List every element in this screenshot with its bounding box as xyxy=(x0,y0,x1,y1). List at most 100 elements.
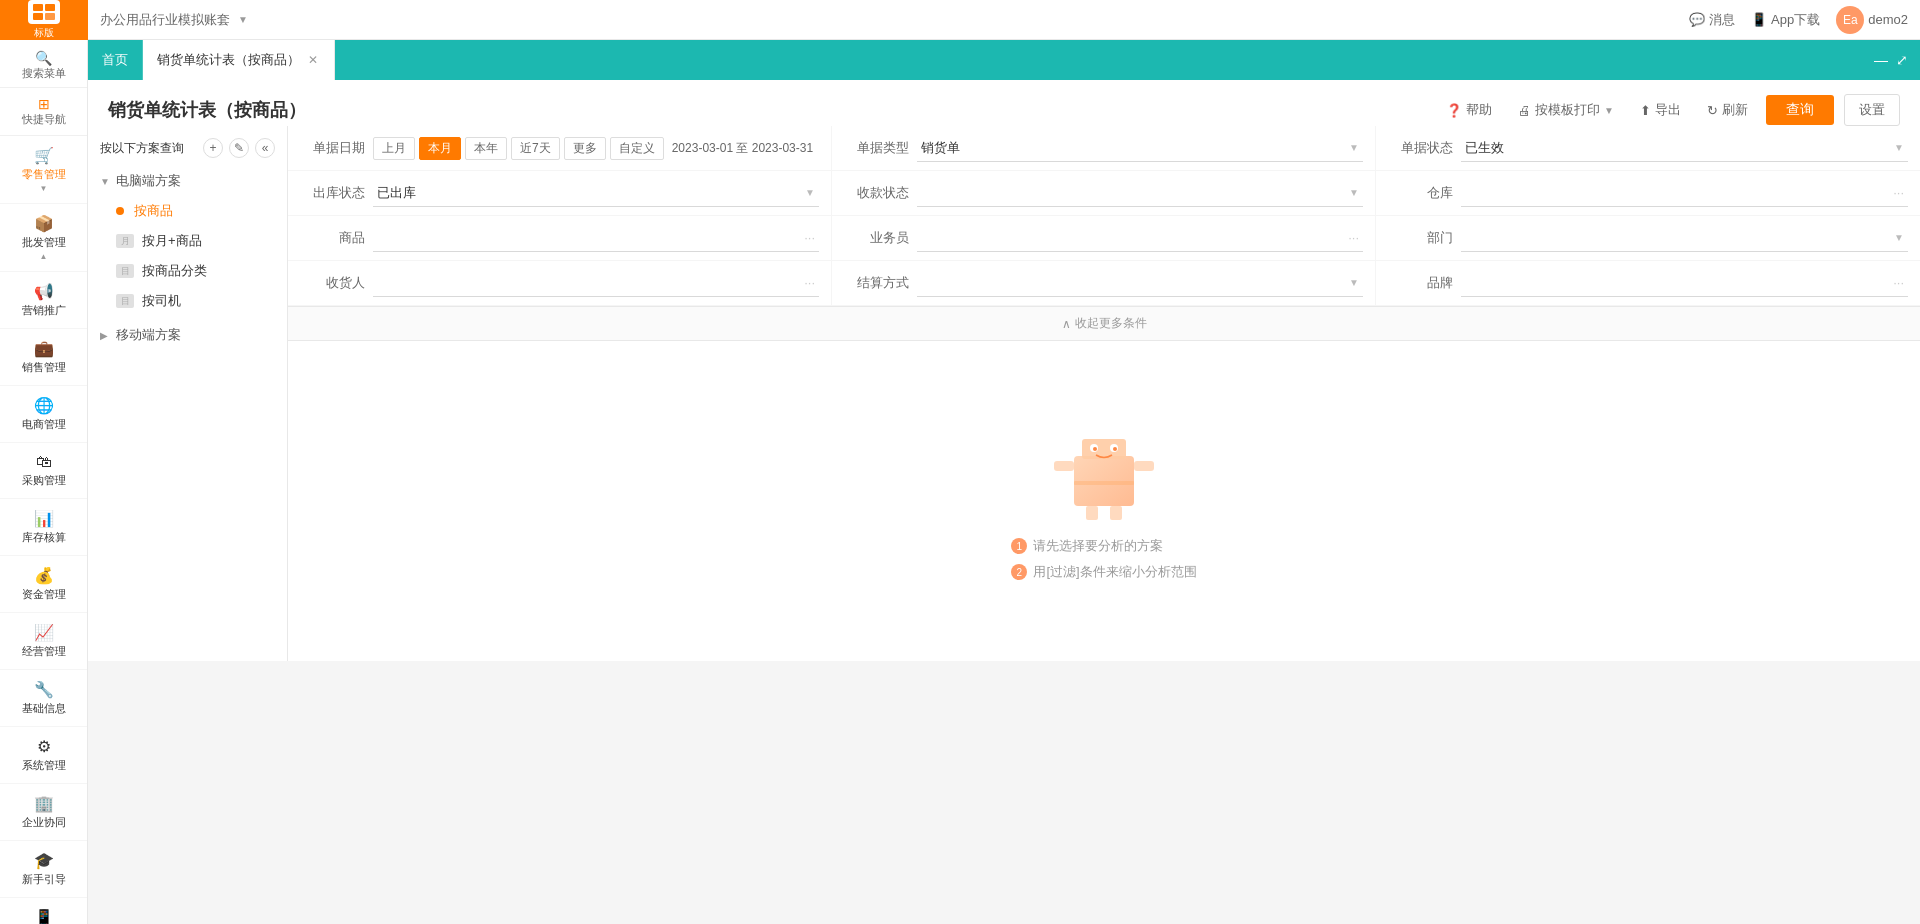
sidebar-item-inventory[interactable]: 📊 库存核算 xyxy=(0,499,87,556)
user-profile[interactable]: Ea demo2 xyxy=(1836,6,1908,34)
sidebar-item-enterprise[interactable]: 🏢 企业协同 xyxy=(0,784,87,841)
collectstatus-select[interactable]: ▼ xyxy=(917,179,1363,207)
sidebar-item-system[interactable]: ⚙ 系统管理 xyxy=(0,727,87,784)
settlement-select[interactable]: ▼ xyxy=(917,269,1363,297)
docstatus-label: 单据状态 xyxy=(1388,139,1453,157)
sidebar-item-ecommerce[interactable]: 🌐 电商管理 xyxy=(0,386,87,443)
print-arrow-icon: ▼ xyxy=(1604,105,1614,116)
username: demo2 xyxy=(1868,12,1908,27)
tree-group-mobile[interactable]: ▶ 移动端方案 xyxy=(88,320,287,350)
salesman-label: 业务员 xyxy=(844,229,909,247)
brand-input[interactable]: ··· xyxy=(1461,269,1908,297)
tree-item-by-goods-label: 按商品 xyxy=(134,202,173,220)
tree-item-category-label: 按商品分类 xyxy=(142,262,207,280)
query-btn[interactable]: 查询 xyxy=(1766,95,1834,125)
tree-item-by-month-goods[interactable]: 月 按月+商品 xyxy=(88,226,287,256)
settings-btn[interactable]: 设置 xyxy=(1844,94,1900,126)
filter-rows: 单据日期 上月 本月 本年 近7天 更多 自定义 2023-03-01 至 20… xyxy=(288,126,1920,307)
tab-maximize-icon[interactable]: ⤢ xyxy=(1896,52,1908,68)
quick-nav[interactable]: ⊞ 快捷导航 xyxy=(0,88,87,136)
date-btn-custom[interactable]: 自定义 xyxy=(610,137,664,160)
scheme-actions: + ✎ « xyxy=(203,138,275,158)
outstatus-arrow-icon: ▼ xyxy=(805,187,815,198)
svg-rect-3 xyxy=(45,13,55,20)
empty-illustration xyxy=(1044,421,1164,521)
warehouse-label: 仓库 xyxy=(1388,184,1453,202)
sidebar-item-operations[interactable]: 📈 经营管理 xyxy=(0,613,87,670)
tree-item-month-label: 按月+商品 xyxy=(142,232,202,250)
main-layout: 按以下方案查询 + ✎ « ▼ xyxy=(88,126,1920,661)
edit-scheme-btn[interactable]: ✎ xyxy=(229,138,249,158)
tree-arrow-desktop: ▼ xyxy=(100,176,112,187)
receiver-dots-icon[interactable]: ··· xyxy=(804,275,815,290)
docstatus-value: 已生效 xyxy=(1465,139,1894,157)
doctype-select[interactable]: 销货单 ▼ xyxy=(917,134,1363,162)
warehouse-dots-icon[interactable]: ··· xyxy=(1893,185,1904,200)
date-btn-this-year[interactable]: 本年 xyxy=(465,137,507,160)
goods-input[interactable]: ··· xyxy=(373,224,819,252)
receiver-input[interactable]: ··· xyxy=(373,269,819,297)
system-label: 系统管理 xyxy=(22,758,66,773)
add-scheme-btn[interactable]: + xyxy=(203,138,223,158)
tree-item-by-goods[interactable]: 按商品 xyxy=(88,196,287,226)
sidebar-item-wholesale[interactable]: 📦 批发管理 ▲ xyxy=(0,204,87,272)
tab-minimize-icon[interactable]: — xyxy=(1874,52,1888,68)
print-btn[interactable]: 🖨 按模板打印 ▼ xyxy=(1510,97,1622,123)
sidebar-item-purchase[interactable]: 🛍 采购管理 xyxy=(0,443,87,499)
collapse-filters-btn[interactable]: ∧ 收起更多条件 xyxy=(288,307,1920,341)
active-tab-label: 销货单统计表（按商品） xyxy=(157,51,300,69)
sidebar-item-sales[interactable]: 💼 销售管理 xyxy=(0,329,87,386)
filter-row-3: 商品 ··· 业务员 ··· xyxy=(288,216,1920,261)
sidebar-item-retail[interactable]: 🛒 零售管理 ▼ xyxy=(0,136,87,204)
tree-arrow-mobile: ▶ xyxy=(100,330,112,341)
message-icon: 💬 xyxy=(1689,12,1705,27)
sidebar-item-guide[interactable]: 🎓 新手引导 xyxy=(0,841,87,898)
filter-cell-brand: 品牌 ··· xyxy=(1376,261,1920,305)
retail-label: 零售管理 xyxy=(22,167,66,182)
tree-item-by-category[interactable]: 目 按商品分类 xyxy=(88,256,287,286)
industry-dropdown-icon[interactable]: ▼ xyxy=(238,14,248,25)
help-btn[interactable]: ❓ 帮助 xyxy=(1438,97,1500,123)
enterprise-label: 企业协同 xyxy=(22,815,66,830)
tree-group-desktop[interactable]: ▼ 电脑端方案 xyxy=(88,166,287,196)
tree-item-by-driver[interactable]: 目 按司机 xyxy=(88,286,287,316)
purchase-label: 采购管理 xyxy=(22,473,66,488)
sidebar-search[interactable]: 🔍 帮助 搜索菜单 xyxy=(0,40,87,88)
sidebar-item-appcenter[interactable]: 📱 应用中心 xyxy=(0,898,87,924)
date-btn-last-month[interactable]: 上月 xyxy=(373,137,415,160)
collapse-panel-btn[interactable]: « xyxy=(255,138,275,158)
tip-text-2: 用[过滤]条件来缩小分析范围 xyxy=(1033,563,1196,581)
app-logo[interactable]: 标版 xyxy=(0,0,88,40)
tab-controls: — ⤢ xyxy=(335,52,1920,68)
svg-rect-2 xyxy=(33,13,43,20)
page-title: 销货单统计表（按商品） xyxy=(108,98,306,122)
collapse-icon: ∧ xyxy=(1062,317,1071,331)
warehouse-input[interactable]: ··· xyxy=(1461,179,1908,207)
date-btn-this-month[interactable]: 本月 xyxy=(419,137,461,160)
date-btn-more[interactable]: 更多 xyxy=(564,137,606,160)
date-btn-7days[interactable]: 近7天 xyxy=(511,137,560,160)
docstatus-select[interactable]: 已生效 ▼ xyxy=(1461,134,1908,162)
outstatus-select[interactable]: 已出库 ▼ xyxy=(373,179,819,207)
wholesale-icon: 📦 xyxy=(34,214,54,233)
brand-label: 品牌 xyxy=(1388,274,1453,292)
refresh-btn[interactable]: ↻ 刷新 xyxy=(1699,97,1756,123)
dept-select[interactable]: ▼ xyxy=(1461,224,1908,252)
sidebar-item-marketing[interactable]: 📢 营销推广 xyxy=(0,272,87,329)
brand-dots-icon[interactable]: ··· xyxy=(1893,275,1904,290)
close-tab-icon[interactable]: ✕ xyxy=(306,53,320,67)
sidebar-item-finance[interactable]: 💰 资金管理 xyxy=(0,556,87,613)
svg-rect-10 xyxy=(1054,461,1074,471)
goods-dots-icon[interactable]: ··· xyxy=(804,230,815,245)
export-btn[interactable]: ⬆ 导出 xyxy=(1632,97,1689,123)
dept-arrow-icon: ▼ xyxy=(1894,232,1904,243)
tab-home[interactable]: 首页 xyxy=(88,40,143,80)
sidebar-item-basic[interactable]: 🔧 基础信息 xyxy=(0,670,87,727)
tab-active[interactable]: 销货单统计表（按商品） ✕ xyxy=(143,40,335,80)
app-download-btn[interactable]: 📱 App下载 xyxy=(1751,11,1820,29)
salesman-input[interactable]: ··· xyxy=(917,224,1363,252)
doctype-arrow-icon: ▼ xyxy=(1349,142,1359,153)
empty-tip-2: 2 用[过滤]条件来缩小分析范围 xyxy=(1011,563,1196,581)
salesman-dots-icon[interactable]: ··· xyxy=(1348,230,1359,245)
message-btn[interactable]: 💬 消息 xyxy=(1689,11,1735,29)
